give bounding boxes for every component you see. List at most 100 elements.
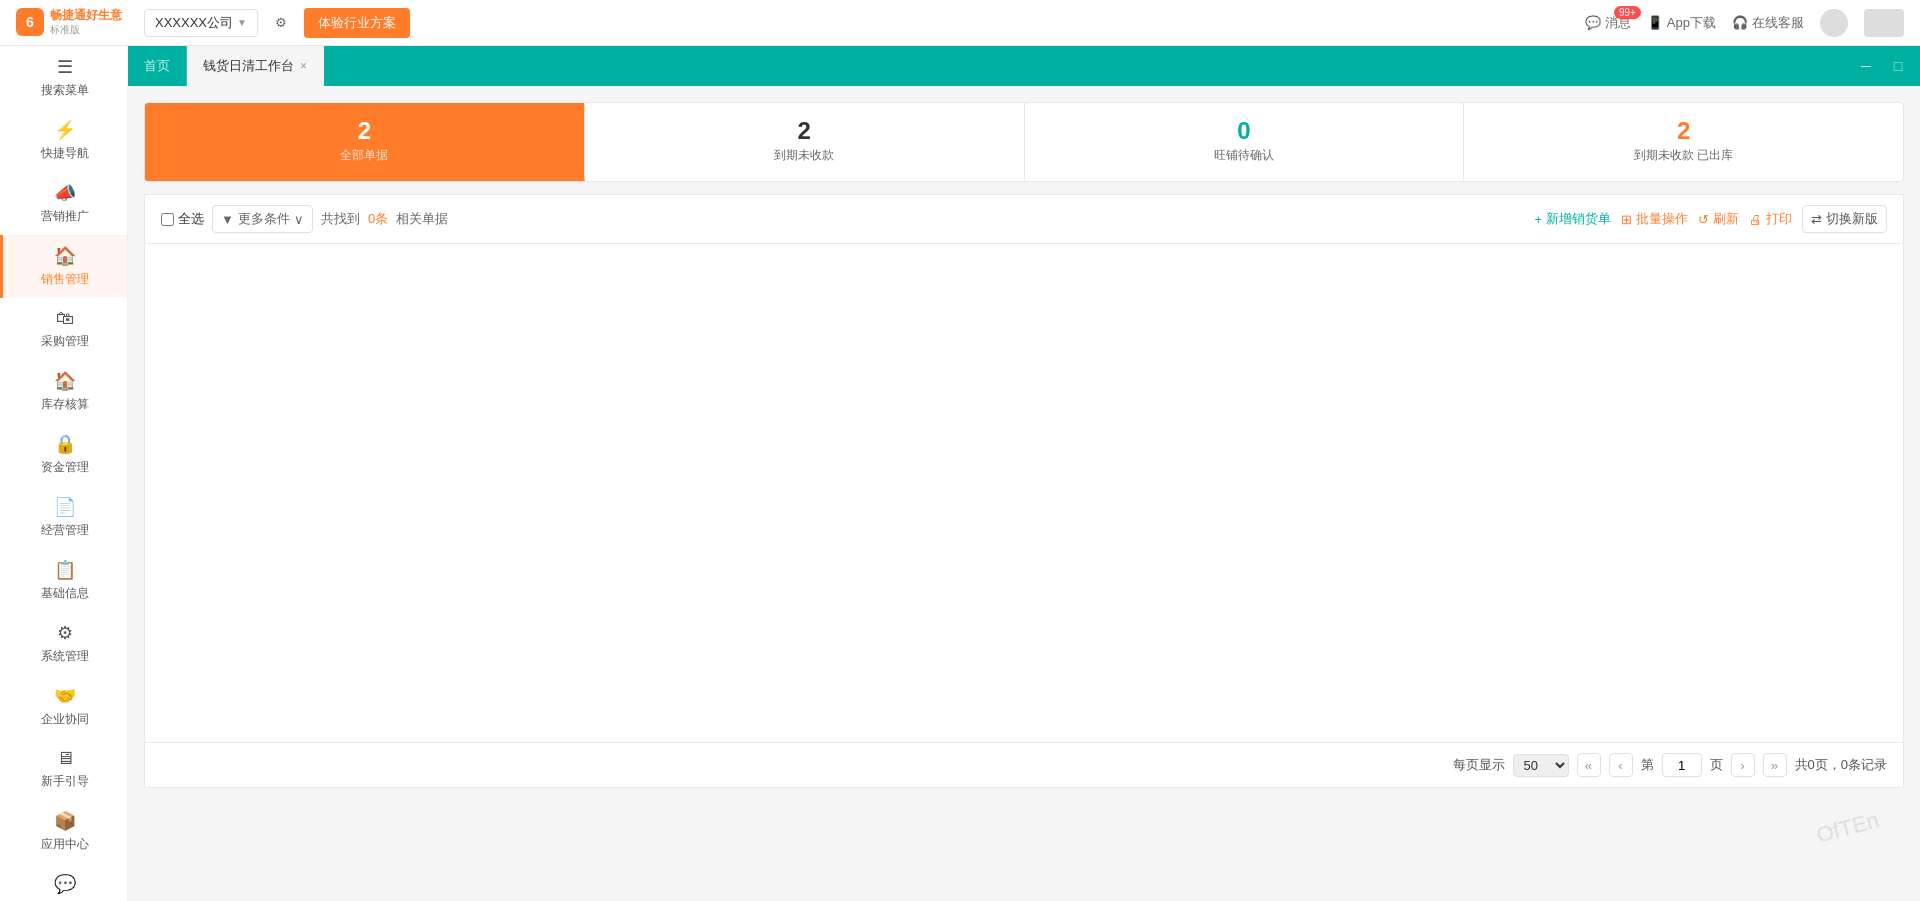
page-suffix-label: 页	[1710, 756, 1723, 774]
sidebar-label-marketing: 营销推广	[41, 208, 89, 225]
sidebar-label-search-menu: 搜索菜单	[41, 82, 89, 99]
user-name-block[interactable]	[1864, 9, 1904, 37]
found-count: 0条	[368, 210, 388, 228]
guide-icon: 🖥	[56, 748, 74, 769]
top-header: 6 畅捷通好生意 标准版 XXXXXX公司 ▼ ⚙ 体验行业方案 💬 消息 99…	[0, 0, 1920, 46]
add-sale-order-button[interactable]: + 新增销货单	[1534, 210, 1611, 228]
sidebar-item-system[interactable]: ⚙ 系统管理	[0, 612, 127, 675]
filter-label: 更多条件	[238, 210, 290, 228]
messages-button[interactable]: 💬 消息 99+	[1585, 14, 1631, 32]
card-label-overdue-out: 到期未收款 已出库	[1484, 147, 1883, 164]
found-prefix: 共找到	[321, 210, 360, 228]
switch-icon: ⇄	[1811, 212, 1822, 227]
logo-text: 畅捷通好生意	[50, 8, 122, 22]
purchase-icon: 🛍	[56, 308, 74, 329]
operation-icon: 📄	[54, 496, 76, 518]
summary-card-overdue-out[interactable]: 2 到期未收款 已出库	[1464, 103, 1903, 181]
select-all-input[interactable]	[161, 213, 174, 226]
found-suffix: 相关单据	[396, 210, 448, 228]
next-page-button[interactable]: ›	[1731, 753, 1755, 777]
sidebar-item-marketing[interactable]: 📣 营销推广	[0, 172, 127, 235]
summary-card-pending[interactable]: 0 旺铺待确认	[1025, 103, 1465, 181]
table-container	[144, 243, 1904, 743]
message-icon: 💬	[1585, 15, 1601, 30]
sales-icon: 🏠	[54, 245, 76, 267]
sidebar-item-sales[interactable]: 🏠 销售管理	[0, 235, 127, 298]
per-page-label: 每页显示	[1453, 756, 1505, 774]
logo-sub: 标准版	[50, 23, 122, 37]
current-page-input[interactable]	[1662, 753, 1702, 777]
sidebar-label-quick-nav: 快捷导航	[41, 145, 89, 162]
gear-icon: ⚙	[275, 15, 287, 30]
sidebar-item-app-center[interactable]: 📦 应用中心	[0, 800, 127, 863]
sidebar-label-operation: 经营管理	[41, 522, 89, 539]
app-download-label: App下载	[1667, 14, 1716, 32]
switch-version-button[interactable]: ⇄ 切换新版	[1802, 205, 1887, 233]
print-button[interactable]: 🖨 打印	[1749, 210, 1792, 228]
inventory-icon: 🏠	[54, 370, 76, 392]
tab-close-icon[interactable]: ×	[300, 59, 307, 73]
sidebar-item-inventory[interactable]: 🏠 库存核算	[0, 360, 127, 423]
tab-home[interactable]: 首页	[128, 46, 187, 86]
card-label-pending: 旺铺待确认	[1045, 147, 1444, 164]
sidebar-label-capital: 资金管理	[41, 459, 89, 476]
sidebar-label-purchase: 采购管理	[41, 333, 89, 350]
sidebar-label-app-center: 应用中心	[41, 836, 89, 853]
filter-button[interactable]: ▼ 更多条件 ∨	[212, 205, 313, 233]
toolbar: 全选 ▼ 更多条件 ∨ 共找到 0条 相关单据 + 新增销货单 ⊞ 批量操作 ↺…	[144, 194, 1904, 243]
card-label-overdue: 到期未收款	[605, 147, 1004, 164]
messages-badge: 99+	[1614, 6, 1641, 19]
sidebar-item-search-menu[interactable]: ☰ 搜索菜单	[0, 46, 127, 109]
card-number-overdue-out: 2	[1484, 117, 1883, 145]
marketing-icon: 📣	[54, 182, 76, 204]
summary-card-all[interactable]: 2 全部单据	[145, 103, 585, 181]
refresh-label: 刷新	[1713, 210, 1739, 228]
per-page-select[interactable]: 50 100 200	[1513, 754, 1569, 777]
sidebar-label-basic-info: 基础信息	[41, 585, 89, 602]
tab-maximize-button[interactable]: □	[1884, 52, 1912, 80]
sidebar: ☰ 搜索菜单 ⚡ 快捷导航 📣 营销推广 🏠 销售管理 🛍 采购管理 🏠 库存核…	[0, 46, 128, 901]
card-number-all: 2	[165, 117, 564, 145]
experience-button[interactable]: 体验行业方案	[304, 8, 410, 38]
filter-arrow-icon: ∨	[294, 212, 304, 227]
sidebar-label-guide: 新手引导	[41, 773, 89, 790]
tab-minimize-button[interactable]: ─	[1852, 52, 1880, 80]
service-icon: 🎧	[1732, 15, 1748, 30]
prev-page-button[interactable]: ‹	[1609, 753, 1633, 777]
card-number-overdue: 2	[605, 117, 1004, 145]
online-service-label: 在线客服	[1752, 14, 1804, 32]
settings-button[interactable]: ⚙	[266, 8, 296, 38]
sidebar-item-capital[interactable]: 🔒 资金管理	[0, 423, 127, 486]
batch-operation-button[interactable]: ⊞ 批量操作	[1621, 210, 1688, 228]
logo-area: 6 畅捷通好生意 标准版	[16, 8, 144, 36]
logo-icon: 6	[16, 8, 44, 36]
toolbar-left: 全选 ▼ 更多条件 ∨ 共找到 0条 相关单据	[161, 205, 448, 233]
last-page-button[interactable]: »	[1763, 753, 1787, 777]
tab-work-bench-label: 钱货日清工作台	[203, 57, 294, 75]
sidebar-item-operation[interactable]: 📄 经营管理	[0, 486, 127, 549]
summary-card-overdue[interactable]: 2 到期未收款	[585, 103, 1025, 181]
sidebar-item-basic-info[interactable]: 📋 基础信息	[0, 549, 127, 612]
refresh-icon: ↺	[1698, 212, 1709, 227]
company-selector[interactable]: XXXXXX公司 ▼	[144, 9, 258, 37]
sidebar-label-enterprise: 企业协同	[41, 711, 89, 728]
download-icon: 📱	[1647, 15, 1663, 30]
batch-icon: ⊞	[1621, 212, 1632, 227]
select-all-label: 全选	[178, 210, 204, 228]
sidebar-item-guide[interactable]: 🖥 新手引导	[0, 738, 127, 800]
first-page-button[interactable]: «	[1577, 753, 1601, 777]
sidebar-item-quick-nav[interactable]: ⚡ 快捷导航	[0, 109, 127, 172]
tab-home-label: 首页	[144, 57, 170, 75]
refresh-button[interactable]: ↺ 刷新	[1698, 210, 1739, 228]
sidebar-item-wechat[interactable]: 💬 企业微信	[0, 863, 127, 901]
tab-work-bench[interactable]: 钱货日清工作台 ×	[187, 46, 324, 86]
batch-label: 批量操作	[1636, 210, 1688, 228]
sidebar-item-enterprise[interactable]: 🤝 企业协同	[0, 675, 127, 738]
app-download-button[interactable]: 📱 App下载	[1647, 14, 1716, 32]
page-prefix-label: 第	[1641, 756, 1654, 774]
print-label: 打印	[1766, 210, 1792, 228]
online-service-button[interactable]: 🎧 在线客服	[1732, 14, 1804, 32]
sidebar-item-purchase[interactable]: 🛍 采购管理	[0, 298, 127, 360]
user-avatar[interactable]	[1820, 9, 1848, 37]
select-all-checkbox[interactable]: 全选	[161, 210, 204, 228]
